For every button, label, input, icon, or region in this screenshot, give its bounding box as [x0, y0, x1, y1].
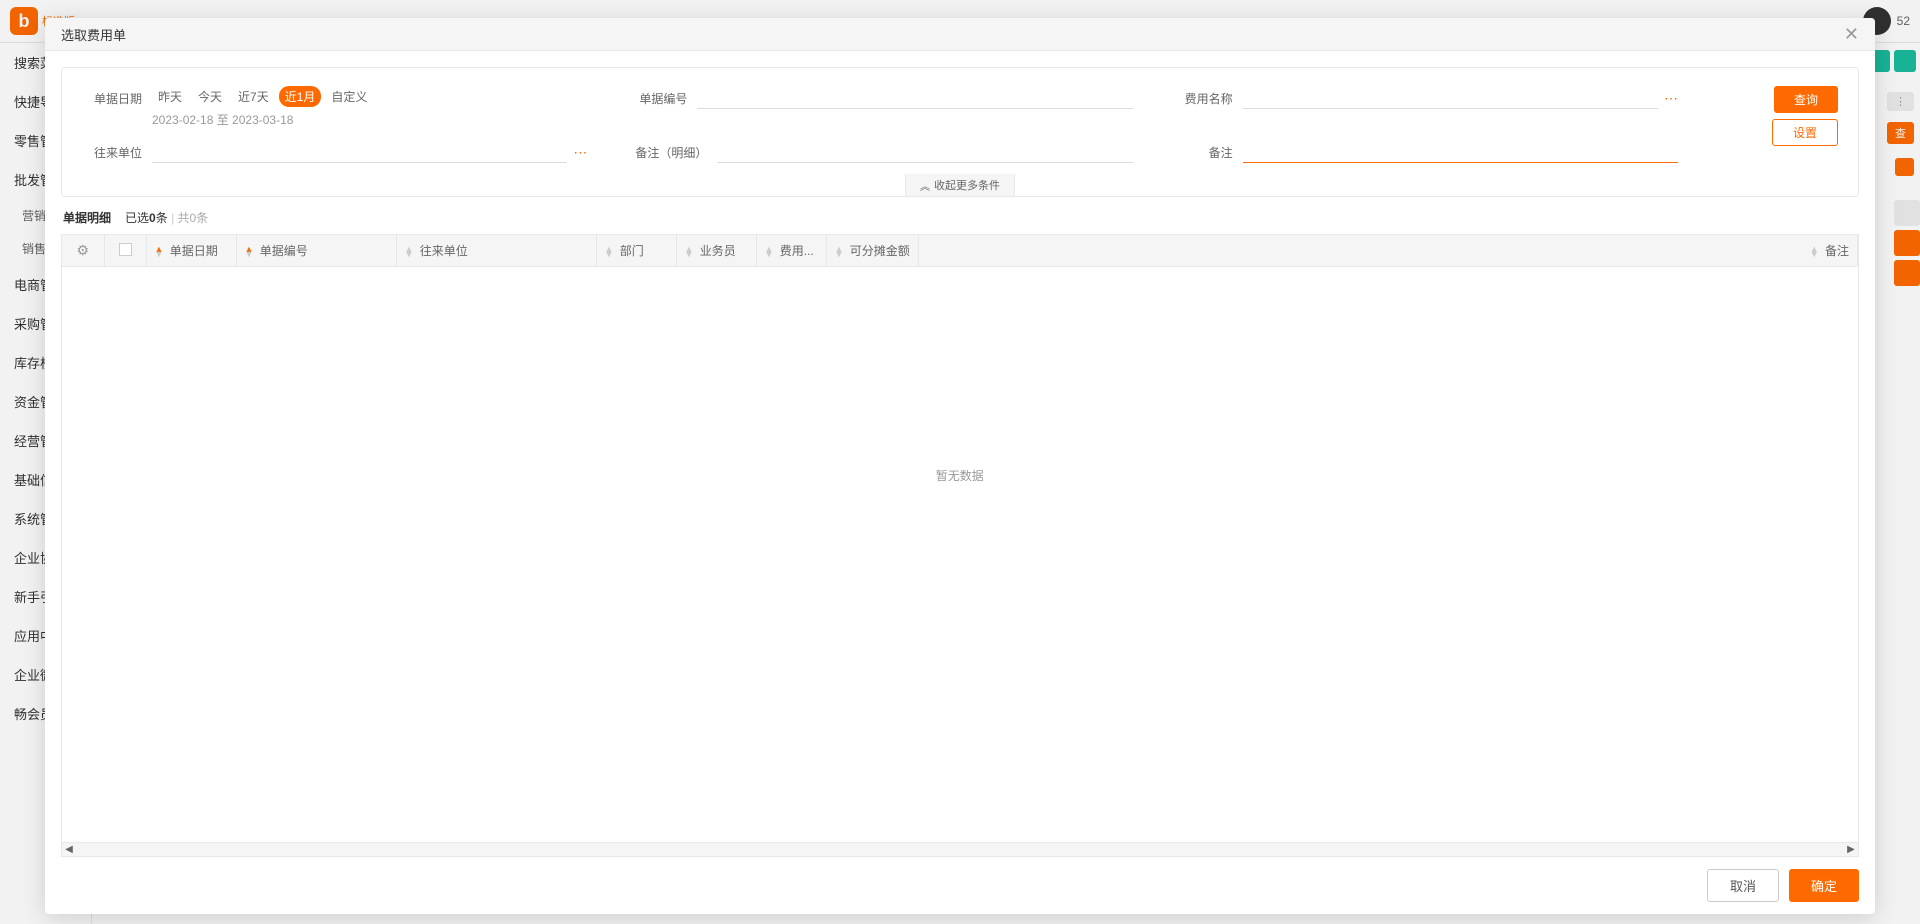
date-opt-today[interactable]: 今天: [192, 86, 228, 107]
remark-detail-input[interactable]: [717, 140, 1132, 163]
fee-table: ⚙ ▲▼ 单据日期 ▲▼ 单据编号: [62, 235, 1858, 684]
date-opt-1m[interactable]: 近1月: [279, 86, 322, 107]
sort-icon: ▲▼: [765, 247, 774, 257]
party-input[interactable]: [152, 140, 567, 163]
modal-body: 单据日期 昨天 今天 近7天 近1月 自定义 2023-02-18 至 2023…: [45, 51, 1875, 914]
col-operator[interactable]: ▲▼ 业务员: [676, 235, 756, 267]
settings-button[interactable]: 设置: [1772, 119, 1838, 146]
col-remark[interactable]: ▲▼ 备注: [918, 235, 1857, 267]
code-label: 单据编号: [627, 86, 687, 107]
col-fee[interactable]: ▲▼ 费用...: [756, 235, 826, 267]
table-wrap: ⚙ ▲▼ 单据日期 ▲▼ 单据编号: [61, 234, 1859, 857]
scroll-left-icon[interactable]: ◀: [62, 844, 76, 855]
empty-row: 暂无数据: [62, 267, 1858, 685]
filter-party: 往来单位 ⋯: [82, 140, 587, 163]
code-input[interactable]: [697, 86, 1132, 109]
scroll-track[interactable]: [76, 845, 1844, 855]
date-range: 2023-02-18 至 2023-03-18: [152, 111, 587, 128]
filter-panel: 单据日期 昨天 今天 近7天 近1月 自定义 2023-02-18 至 2023…: [61, 67, 1859, 175]
total-count: 共0条: [178, 211, 209, 225]
checkbox-all[interactable]: [119, 243, 132, 256]
selected-count: 0: [149, 211, 156, 225]
sort-icon: ▲▼: [835, 247, 844, 257]
sort-icon: ▲▼: [685, 247, 694, 257]
fee-label: 费用名称: [1173, 86, 1233, 107]
more-icon[interactable]: ⋯: [573, 144, 587, 163]
modal-title: 选取费用单: [61, 25, 126, 44]
date-opt-custom[interactable]: 自定义: [325, 86, 373, 107]
fee-input[interactable]: [1243, 86, 1658, 109]
sort-icon: ▲▼: [605, 247, 614, 257]
filter-code: 单据编号: [627, 86, 1132, 109]
scroll-right-icon[interactable]: ▶: [1844, 844, 1858, 855]
horizontal-scrollbar[interactable]: ◀ ▶: [62, 842, 1858, 856]
sort-icon: ▲▼: [155, 247, 164, 257]
filter-fee-name: 费用名称 ⋯: [1173, 86, 1678, 109]
remark-label: 备注: [1173, 140, 1233, 161]
col-amount[interactable]: ▲▼ 可分摊金额: [826, 235, 918, 267]
search-button[interactable]: 查询: [1774, 86, 1838, 113]
collapse-button[interactable]: ︽ 收起更多条件: [905, 174, 1015, 197]
col-checkbox[interactable]: [104, 235, 146, 267]
selected-prefix: 已选: [125, 211, 149, 225]
cancel-button[interactable]: 取消: [1707, 869, 1779, 902]
col-code[interactable]: ▲▼ 单据编号: [236, 235, 396, 267]
date-options: 昨天 今天 近7天 近1月 自定义: [152, 86, 587, 107]
detail-header: 单据明细 已选0条 | 共0条: [45, 197, 1875, 234]
ok-button[interactable]: 确定: [1789, 869, 1859, 902]
collapse-bar: ︽ 收起更多条件: [61, 175, 1859, 197]
party-label: 往来单位: [82, 140, 142, 161]
col-date[interactable]: ▲▼ 单据日期: [146, 235, 236, 267]
modal-header: 选取费用单 ✕: [45, 18, 1875, 51]
gear-icon: ⚙: [76, 242, 89, 258]
detail-title: 单据明细: [63, 209, 111, 226]
remark-input[interactable]: [1243, 140, 1678, 163]
date-opt-7d[interactable]: 近7天: [232, 86, 275, 107]
selected-count-wrap: 已选0条 | 共0条: [125, 209, 208, 226]
collapse-label: 收起更多条件: [934, 177, 1000, 193]
sort-icon: ▲▼: [245, 247, 254, 257]
col-dept[interactable]: ▲▼ 部门: [596, 235, 676, 267]
chevron-up-icon: ︽: [920, 178, 930, 193]
filter-date: 单据日期 昨天 今天 近7天 近1月 自定义 2023-02-18 至 2023…: [82, 86, 587, 128]
more-icon[interactable]: ⋯: [1664, 90, 1678, 109]
selected-suffix: 条: [156, 211, 168, 225]
close-icon[interactable]: ✕: [1844, 25, 1859, 43]
remark-detail-label: 备注（明细）: [627, 140, 707, 161]
empty-text: 暂无数据: [62, 267, 1858, 685]
date-opt-yesterday[interactable]: 昨天: [152, 86, 188, 107]
date-label: 单据日期: [82, 86, 142, 107]
filter-remark: 备注: [1173, 140, 1678, 163]
sort-icon: ▲▼: [405, 247, 414, 257]
col-settings[interactable]: ⚙: [62, 235, 104, 267]
select-fee-modal: 选取费用单 ✕ 单据日期 昨天 今天 近7天 近1月 自定义: [45, 18, 1875, 914]
sort-icon: ▲▼: [1810, 247, 1819, 257]
modal-footer: 取消 确定: [45, 857, 1875, 914]
filter-remark-detail: 备注（明细）: [627, 140, 1132, 163]
col-party[interactable]: ▲▼ 往来单位: [396, 235, 596, 267]
